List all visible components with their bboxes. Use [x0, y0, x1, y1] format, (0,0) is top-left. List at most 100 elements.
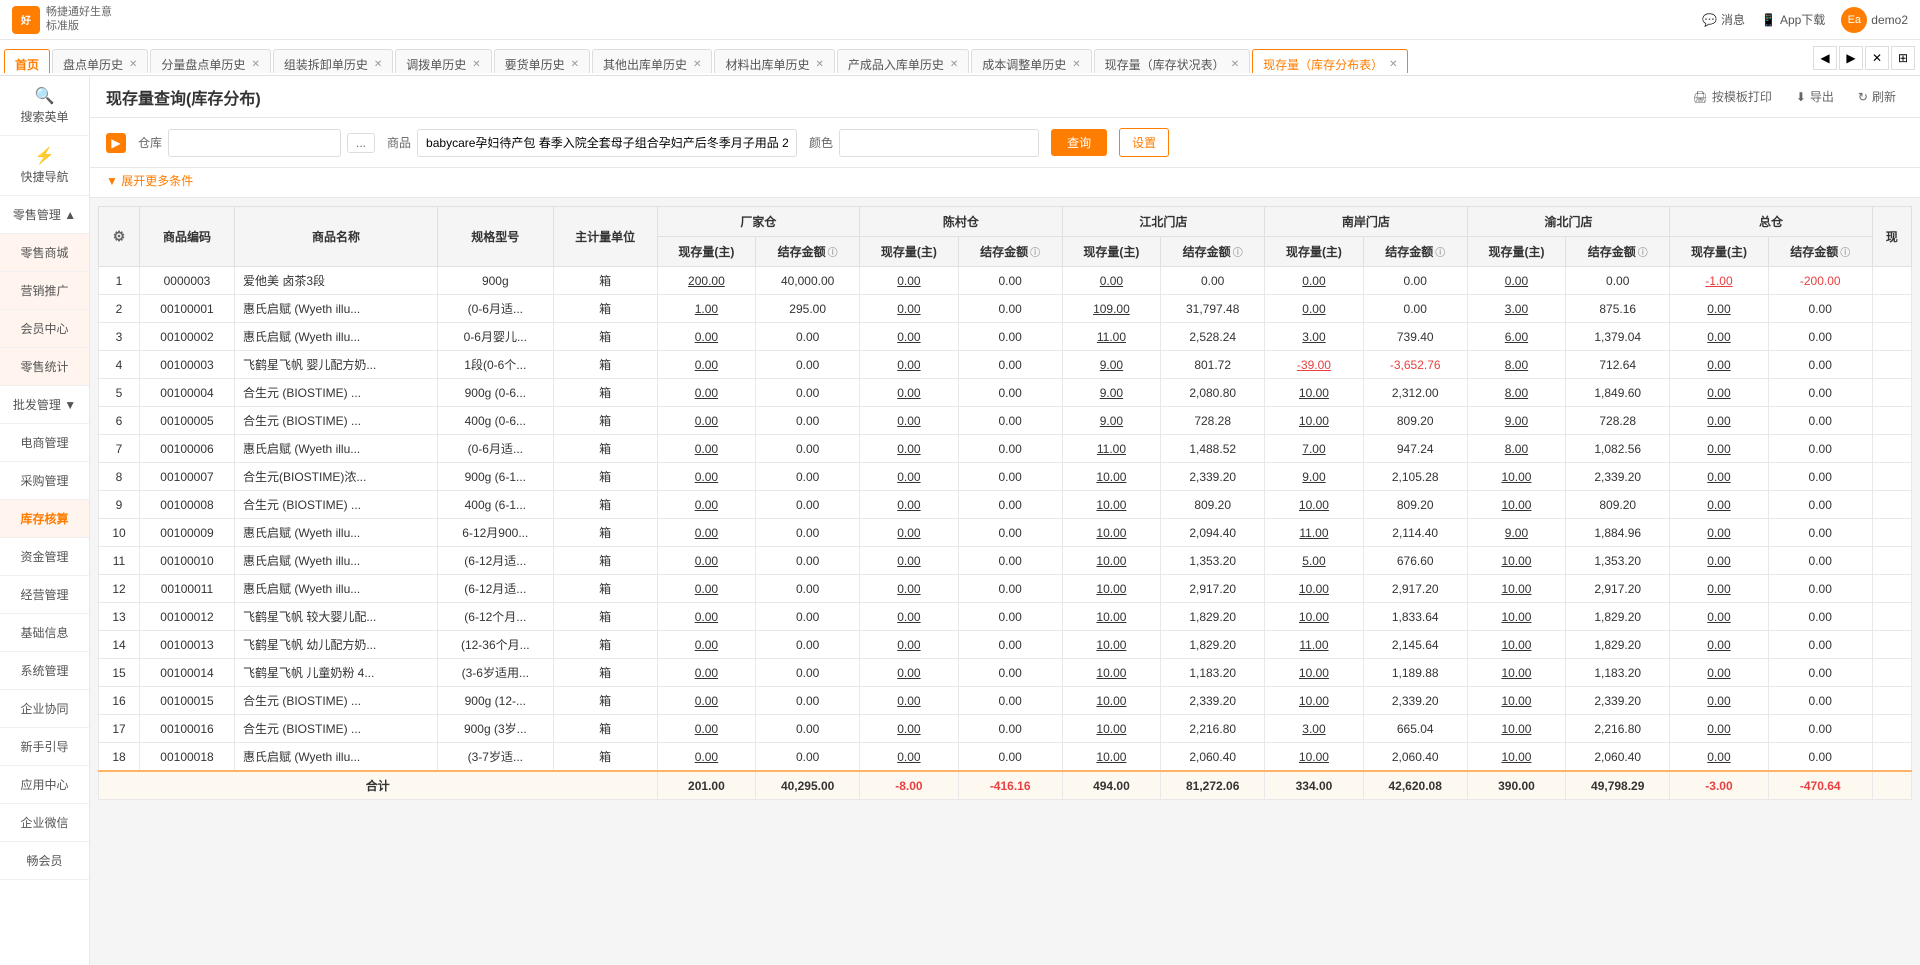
cell-jqty[interactable]: 10.00 — [1062, 687, 1161, 715]
setting-btn[interactable]: 设置 — [1119, 128, 1169, 157]
warehouse-ellipsis-btn[interactable]: ... — [347, 133, 375, 153]
tab-close-icon[interactable]: ✕ — [571, 59, 579, 70]
cell-yqty[interactable]: 10.00 — [1467, 547, 1566, 575]
info-icon[interactable]: ⓘ — [1840, 248, 1850, 259]
sidebar-item-retailstat[interactable]: 零售统计 — [0, 348, 89, 386]
cell-nqty[interactable]: 10.00 — [1265, 491, 1364, 519]
cell-fqty[interactable]: 0.00 — [657, 603, 756, 631]
info-icon[interactable]: ⓘ — [828, 248, 838, 259]
sidebar-item-vip[interactable]: 畅会员 — [0, 842, 89, 880]
tab-pandian[interactable]: 盘点单历史 ✕ — [52, 49, 148, 73]
cell-yqty[interactable]: 10.00 — [1467, 743, 1566, 772]
cell-jqty[interactable]: 10.00 — [1062, 575, 1161, 603]
cell-yqty[interactable]: 10.00 — [1467, 491, 1566, 519]
tab-close-icon[interactable]: ✕ — [251, 59, 259, 70]
refresh-btn[interactable]: ↻ 刷新 — [1850, 84, 1904, 109]
cell-nqty[interactable]: 10.00 — [1265, 407, 1364, 435]
cell-nqty[interactable]: 10.00 — [1265, 659, 1364, 687]
cell-yqty[interactable]: 8.00 — [1467, 351, 1566, 379]
cell-jqty[interactable]: 10.00 — [1062, 715, 1161, 743]
print-btn[interactable]: 🖨 按模板打印 — [1685, 84, 1780, 109]
cell-tqty[interactable]: 0.00 — [1670, 491, 1769, 519]
sidebar-item-operations[interactable]: 经营管理 — [0, 576, 89, 614]
cell-yqty[interactable]: 3.00 — [1467, 295, 1566, 323]
sidebar-item-search[interactable]: 🔍 搜索英单 — [0, 76, 89, 136]
cell-cqty[interactable]: 0.00 — [860, 659, 959, 687]
cell-cqty[interactable]: 0.00 — [860, 743, 959, 772]
cell-jqty[interactable]: 10.00 — [1062, 743, 1161, 772]
cell-tqty[interactable]: 0.00 — [1670, 659, 1769, 687]
sidebar-item-colab[interactable]: 企业协同 — [0, 690, 89, 728]
user-area[interactable]: Ea demo2 — [1841, 7, 1908, 33]
cell-fqty[interactable]: 0.00 — [657, 519, 756, 547]
sidebar-item-ecom[interactable]: 电商管理 — [0, 424, 89, 462]
cell-tqty[interactable]: 0.00 — [1670, 351, 1769, 379]
cell-tqty[interactable]: 0.00 — [1670, 687, 1769, 715]
tab-kucun-status[interactable]: 现存量（库存状况表） ✕ — [1094, 49, 1250, 73]
sidebar-item-retailshop[interactable]: 零售商城 — [0, 234, 89, 272]
tab-close-all-btn[interactable]: ✕ — [1865, 46, 1889, 70]
sidebar-item-finance[interactable]: 资金管理 — [0, 538, 89, 576]
cell-tqty[interactable]: -1.00 — [1670, 267, 1769, 295]
cell-nqty[interactable]: 0.00 — [1265, 267, 1364, 295]
more-conditions-btn[interactable]: ▼ 展开更多条件 — [106, 172, 193, 189]
warehouse-input[interactable] — [168, 129, 341, 157]
cell-nqty[interactable]: 10.00 — [1265, 575, 1364, 603]
tab-close-icon[interactable]: ✕ — [472, 59, 480, 70]
tab-close-icon[interactable]: ✕ — [815, 59, 823, 70]
cell-fqty[interactable]: 0.00 — [657, 659, 756, 687]
cell-nqty[interactable]: 11.00 — [1265, 631, 1364, 659]
cell-jqty[interactable]: 10.00 — [1062, 491, 1161, 519]
export-btn[interactable]: ⬇ 导出 — [1788, 84, 1842, 109]
cell-nqty[interactable]: 10.00 — [1265, 379, 1364, 407]
info-icon[interactable]: ⓘ — [1435, 248, 1445, 259]
tab-fenpandian[interactable]: 分量盘点单历史 ✕ — [150, 49, 270, 73]
cell-jqty[interactable]: 11.00 — [1062, 435, 1161, 463]
cell-yqty[interactable]: 10.00 — [1467, 603, 1566, 631]
cell-tqty[interactable]: 0.00 — [1670, 323, 1769, 351]
cell-cqty[interactable]: 0.00 — [860, 575, 959, 603]
tab-close-icon[interactable]: ✕ — [693, 59, 701, 70]
cell-tqty[interactable]: 0.00 — [1670, 295, 1769, 323]
cell-jqty[interactable]: 10.00 — [1062, 603, 1161, 631]
sidebar-item-retail[interactable]: 零售管理 ▲ — [0, 196, 89, 234]
info-icon[interactable]: ⓘ — [1233, 248, 1243, 259]
tab-prev-btn[interactable]: ◀ — [1813, 46, 1837, 70]
cell-jqty[interactable]: 11.00 — [1062, 323, 1161, 351]
tab-home[interactable]: 首页 — [4, 49, 50, 73]
cell-tqty[interactable]: 0.00 — [1670, 547, 1769, 575]
cell-tqty[interactable]: 0.00 — [1670, 435, 1769, 463]
tab-tiaob[interactable]: 调拨单历史 ✕ — [395, 49, 491, 73]
cell-cqty[interactable]: 0.00 — [860, 379, 959, 407]
cell-fqty[interactable]: 1.00 — [657, 295, 756, 323]
cell-fqty[interactable]: 0.00 — [657, 687, 756, 715]
cell-cqty[interactable]: 0.00 — [860, 295, 959, 323]
cell-cqty[interactable]: 0.00 — [860, 715, 959, 743]
cell-tqty[interactable]: 0.00 — [1670, 631, 1769, 659]
tab-qitachuku[interactable]: 其他出库单历史 ✕ — [592, 49, 712, 73]
cell-cqty[interactable]: 0.00 — [860, 631, 959, 659]
goods-input[interactable] — [417, 129, 797, 157]
cell-tqty[interactable]: 0.00 — [1670, 715, 1769, 743]
cell-tqty[interactable]: 0.00 — [1670, 575, 1769, 603]
tab-menu-btn[interactable]: ⊞ — [1891, 46, 1915, 70]
cell-fqty[interactable]: 0.00 — [657, 631, 756, 659]
cell-cqty[interactable]: 0.00 — [860, 435, 959, 463]
cell-nqty[interactable]: 10.00 — [1265, 687, 1364, 715]
cell-fqty[interactable]: 0.00 — [657, 379, 756, 407]
info-icon[interactable]: ⓘ — [1030, 248, 1040, 259]
query-btn[interactable]: 查询 — [1051, 129, 1107, 156]
cell-fqty[interactable]: 0.00 — [657, 463, 756, 491]
cell-fqty[interactable]: 0.00 — [657, 407, 756, 435]
tab-close-icon[interactable]: ✕ — [129, 59, 137, 70]
cell-cqty[interactable]: 0.00 — [860, 323, 959, 351]
cell-tqty[interactable]: 0.00 — [1670, 603, 1769, 631]
tab-close-icon[interactable]: ✕ — [950, 59, 958, 70]
cell-fqty[interactable]: 0.00 — [657, 743, 756, 772]
cell-yqty[interactable]: 10.00 — [1467, 659, 1566, 687]
cell-nqty[interactable]: 0.00 — [1265, 295, 1364, 323]
cell-jqty[interactable]: 10.00 — [1062, 631, 1161, 659]
cell-tqty[interactable]: 0.00 — [1670, 407, 1769, 435]
tab-close-icon[interactable]: ✕ — [374, 59, 382, 70]
cell-yqty[interactable]: 10.00 — [1467, 687, 1566, 715]
